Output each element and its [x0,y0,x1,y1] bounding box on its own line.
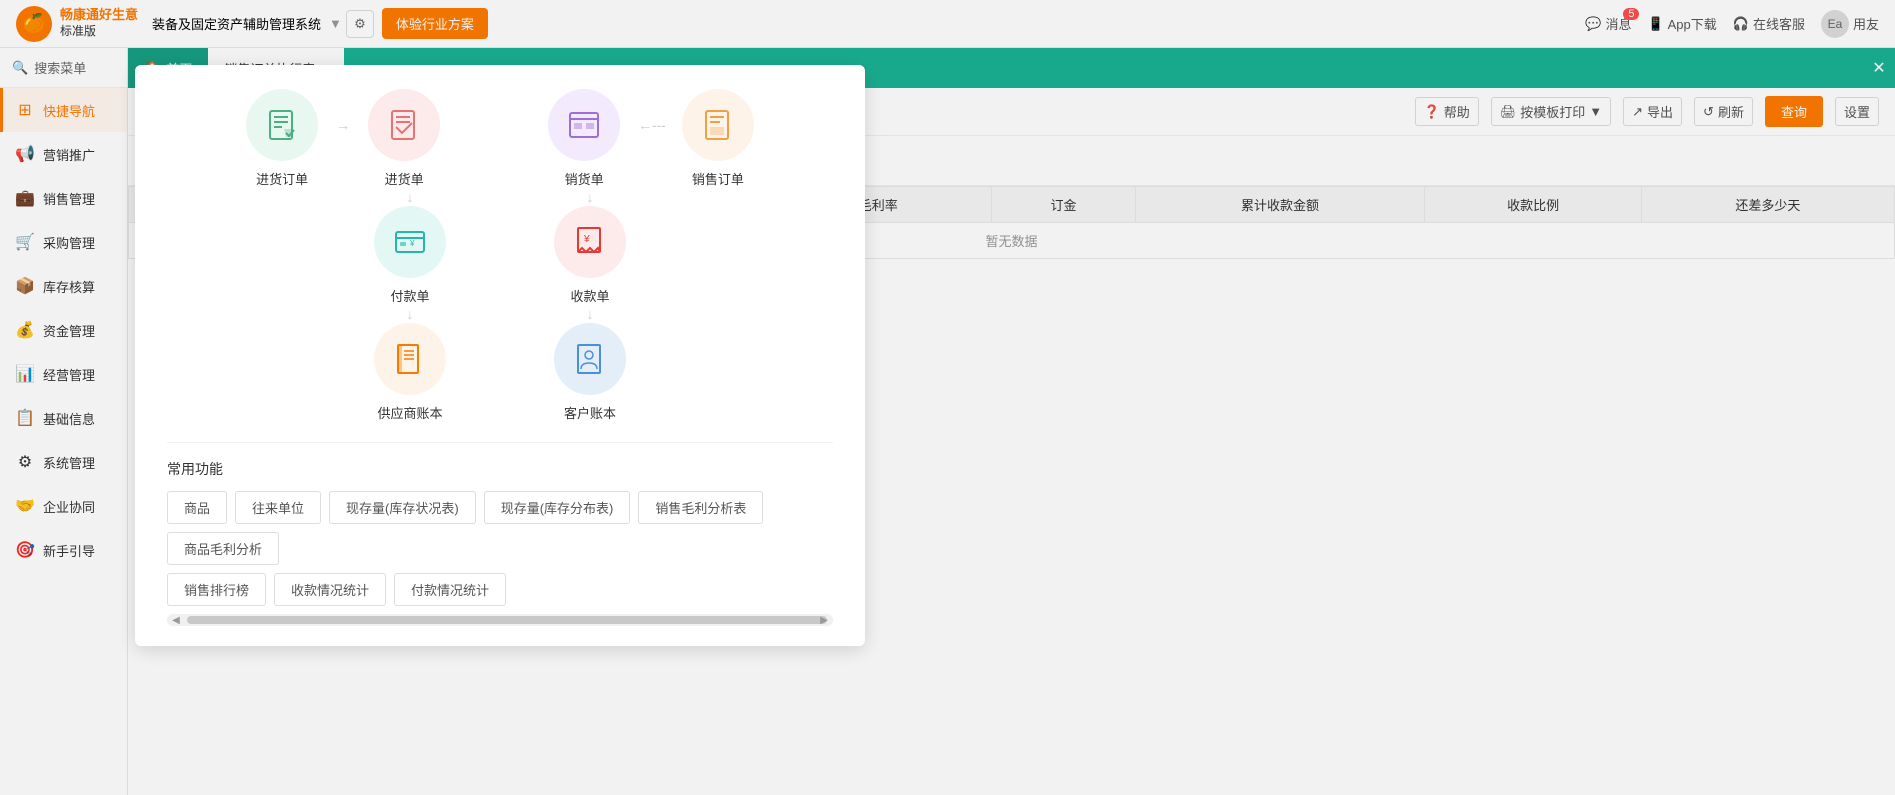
common-btn-partner[interactable]: 往来单位 [235,491,321,524]
arrow-down-3: ↓ [360,307,460,321]
modal-box: 进货订单 → 进货单 [135,65,865,646]
common-btn-product-margin[interactable]: 商品毛利分析 [167,532,279,565]
sales-doc-icon [682,89,754,161]
common-title: 常用功能 [167,459,833,479]
arrow-down-2: ↓ [540,190,640,204]
common-btns-row1: 商品 往来单位 现存量(库存状况表) 现存量(库存分布表) 销售毛利分析表 商品… [167,491,833,565]
arrow-down-1: ↓ [360,190,460,204]
flow-payment: ¥ 付款单 [360,206,460,305]
svg-text:¥: ¥ [409,239,415,248]
common-section: 常用功能 商品 往来单位 现存量(库存状况表) 现存量(库存分布表) 销售毛利分… [167,442,833,606]
common-btn-payment-stats[interactable]: 付款情况统计 [394,573,506,606]
sales-order-flow-icon [548,89,620,161]
flow-purchase-receipt: 进货单 [354,89,454,188]
page-content: ❓ 帮助 🖨 按模板打印 ▼ ↗ 导出 ↺ 刷新 [128,88,1895,795]
arrow-down-4: ↓ [540,307,640,321]
scrollbar-thumb[interactable] [187,616,827,624]
purchase-order-icon [246,89,318,161]
common-btn-inventory-dist[interactable]: 现存量(库存分布表) [484,491,631,524]
flow-sales-doc: 销售订单 [668,89,768,188]
flow-customer-ledger: 客户账本 [540,323,640,422]
receipt-icon: ¥ [554,206,626,278]
payment-icon: ¥ [374,206,446,278]
svg-text:¥: ¥ [583,234,590,245]
flow-receipt: ¥ 收款单 [540,206,640,305]
arrow-dashed: ← - - - [638,117,664,161]
purchase-receipt-icon [368,89,440,161]
flow-diagram: 进货订单 → 进货单 [167,89,833,422]
common-btn-product[interactable]: 商品 [167,491,227,524]
common-btn-receipt-stats[interactable]: 收款情况统计 [274,573,386,606]
customer-ledger-icon [554,323,626,395]
common-btns-row2: 销售排行榜 收款情况统计 付款情况统计 [167,573,833,606]
scroll-left-btn[interactable]: ◀ [167,614,185,626]
common-btn-sales-ranking[interactable]: 销售排行榜 [167,573,266,606]
common-btn-sales-margin[interactable]: 销售毛利分析表 [638,491,763,524]
content-area: 🏠 首页 销售订单执行表 × ✕ ❓ 帮助 [128,48,1895,795]
flow-sales-order-flow: 销货单 [534,89,634,188]
arrow-1: → [336,117,350,161]
common-btn-inventory-status[interactable]: 现存量(库存状况表) [329,491,476,524]
modal-overlay[interactable]: 进货订单 → 进货单 [0,48,1895,795]
supplier-ledger-icon [374,323,446,395]
flow-purchase-order: 进货订单 [232,89,332,188]
scroll-right-btn[interactable]: ▶ [815,614,833,626]
modal-scrollbar[interactable]: ◀ ▶ [167,614,833,626]
flow-supplier-ledger: 供应商账本 [360,323,460,422]
